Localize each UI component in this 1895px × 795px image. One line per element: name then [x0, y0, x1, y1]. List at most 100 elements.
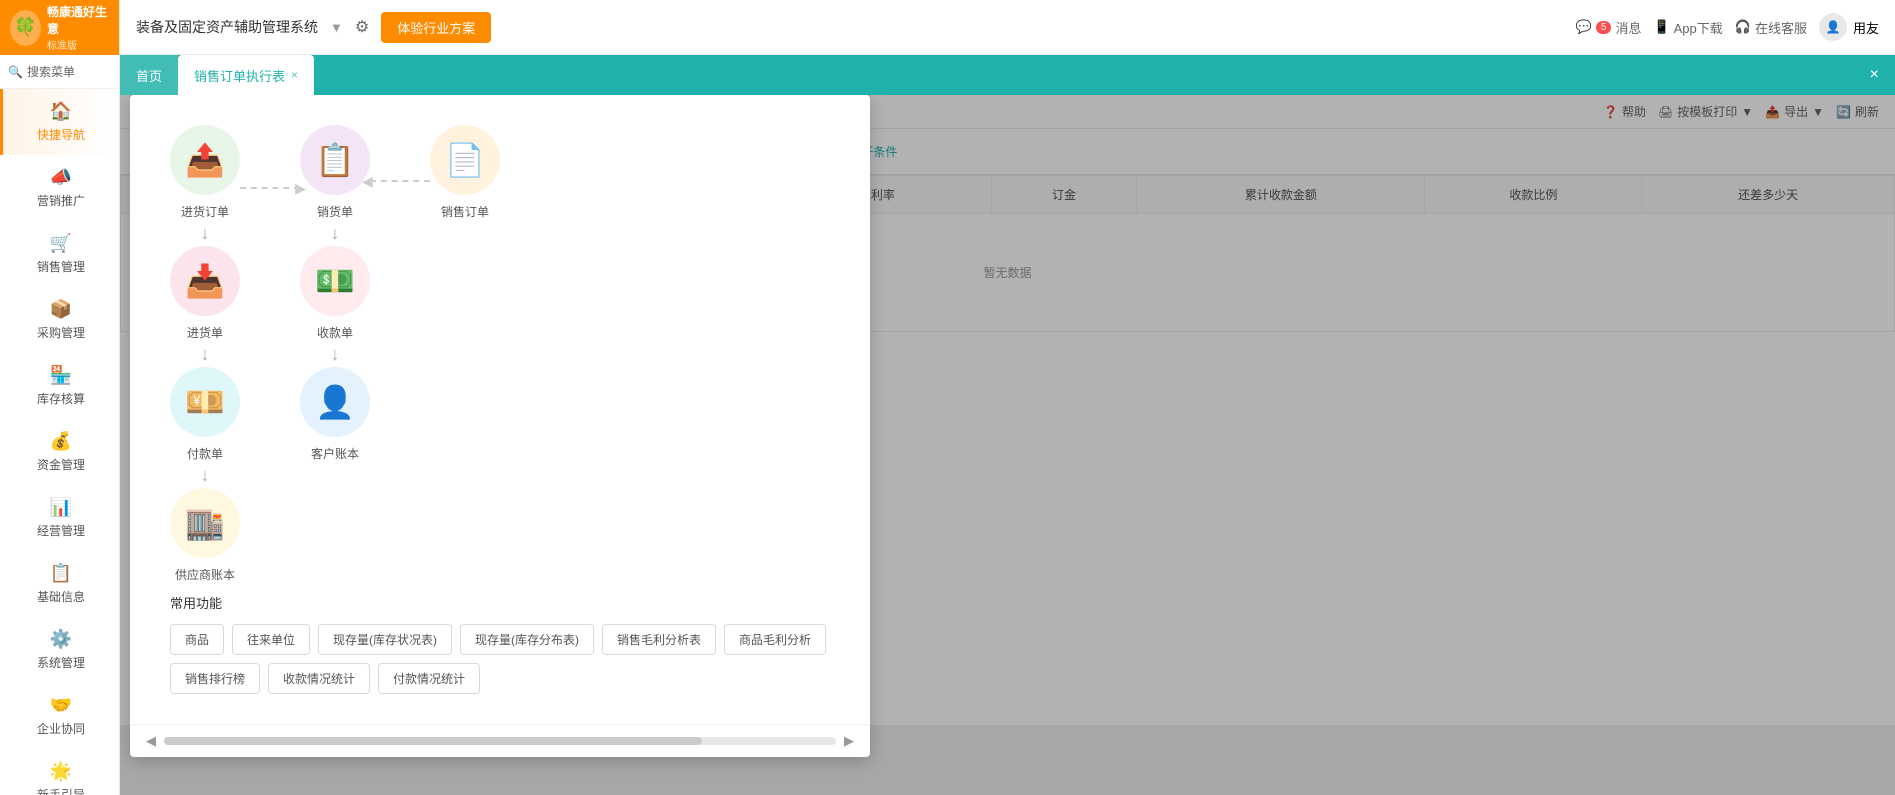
sidebar-item-quick-nav[interactable]: 🏠 快捷导航: [0, 89, 119, 155]
dropdown-arrow-icon: ▼: [330, 20, 343, 35]
app-logo: 🍀 畅康通好生意 标准版: [0, 0, 119, 55]
popup-overlay[interactable]: 📤 进货订单 ↓ 📥 进货单 ↓: [120, 95, 1895, 795]
sidebar-item-operations[interactable]: 📊 经营管理: [0, 485, 119, 551]
sidebar-item-label: 系统管理: [37, 654, 85, 671]
arrow-down-1: ↓: [201, 224, 210, 242]
topbar: 装备及固定资产辅助管理系统 ▼ ⚙ 体验行业方案 💬 5 消息 📱 App下载 …: [120, 0, 1895, 55]
func-btn-stock-dist[interactable]: 现存量(库存分布表): [460, 624, 594, 655]
func-btn-payment-stat[interactable]: 付款情况统计: [378, 663, 480, 694]
search-label: 搜索菜单: [27, 63, 75, 80]
left-flow-col: 📤 进货订单 ↓ 📥 进货单 ↓: [170, 125, 240, 583]
quick-nav-icon: 🏠: [50, 101, 72, 122]
purchase-bill-label: 进货单: [187, 324, 223, 341]
flow-diagram: 📤 进货订单 ↓ 📥 进货单 ↓: [170, 125, 830, 583]
sidebar-item-newbie[interactable]: 🌟 新手引导: [0, 749, 119, 795]
experience-button[interactable]: 体验行业方案: [381, 12, 491, 43]
func-btn-product[interactable]: 商品: [170, 624, 224, 655]
user-menu[interactable]: 👤 用友: [1819, 13, 1879, 41]
payment-label: 付款单: [187, 445, 223, 462]
sidebar-item-marketing[interactable]: 📣 营销推广: [0, 155, 119, 221]
scroll-right-icon[interactable]: ▶: [844, 733, 854, 749]
sidebar-item-label: 营销推广: [37, 192, 85, 209]
customer-circle: 👤: [300, 367, 370, 437]
purchase-order-node: 📤 进货订单: [170, 125, 240, 220]
sidebar-item-sales[interactable]: 🛒 销售管理: [0, 221, 119, 287]
sale-bill-node: 📋 销货单: [300, 125, 370, 220]
arrow-down-3: ↓: [201, 466, 210, 484]
supplier-node: 🏬 供应商账本: [170, 488, 240, 583]
arrow-down-5: ↓: [331, 345, 340, 363]
sale-order-node: 📄 销售订单: [430, 125, 500, 220]
sidebar-item-basic[interactable]: 📋 基础信息: [0, 551, 119, 617]
app-download-label: App下载: [1674, 18, 1723, 37]
basic-icon: 📋: [50, 563, 72, 584]
active-tab-label: 销售订单执行表: [194, 66, 285, 85]
tab-close-icon[interactable]: ×: [291, 68, 298, 82]
settings-icon[interactable]: ⚙: [355, 17, 369, 37]
purchase-bill-node: 📥 进货单: [170, 246, 240, 341]
supplier-circle: 🏬: [170, 488, 240, 558]
flow-popup: 📤 进货订单 ↓ 📥 进货单 ↓: [130, 95, 870, 757]
sidebar-item-label: 企业协同: [37, 720, 85, 737]
sidebar-item-label: 采购管理: [37, 324, 85, 341]
tab-sale-order[interactable]: 销售订单执行表 ×: [178, 55, 314, 95]
enterprise-icon: 🤝: [50, 695, 72, 716]
purchase-order-label: 进货订单: [181, 203, 229, 220]
tab-home[interactable]: 首页: [120, 55, 178, 95]
scroll-left-icon[interactable]: ◀: [146, 733, 156, 749]
sidebar-item-purchase[interactable]: 📦 采购管理: [0, 287, 119, 353]
tabbar: 首页 销售订单执行表 × ×: [120, 55, 1895, 95]
search-icon: 🔍: [8, 65, 23, 79]
home-tab-label: 首页: [136, 66, 162, 85]
popup-body: 📤 进货订单 ↓ 📥 进货单 ↓: [130, 95, 870, 724]
message-btn[interactable]: 💬 5 消息: [1576, 18, 1642, 37]
avatar: 👤: [1819, 13, 1847, 41]
func-btn-receipt-stat[interactable]: 收款情况统计: [268, 663, 370, 694]
system-title: 装备及固定资产辅助管理系统: [136, 17, 318, 37]
search-menu[interactable]: 🔍 搜索菜单: [0, 55, 119, 89]
sidebar-item-finance[interactable]: 💰 资金管理: [0, 419, 119, 485]
func-btn-stock-status[interactable]: 现存量(库存状况表): [318, 624, 452, 655]
arrow-connector-1: ▶: [240, 153, 300, 223]
receipt-label: 收款单: [317, 324, 353, 341]
func-buttons-row-2: 销售排行榜 收款情况统计 付款情况统计: [170, 663, 830, 694]
online-service-label: 在线客服: [1755, 18, 1807, 37]
func-btn-counterpart[interactable]: 往来单位: [232, 624, 310, 655]
sidebar-item-enterprise[interactable]: 🤝 企业协同: [0, 683, 119, 749]
online-service-btn[interactable]: 🎧 在线客服: [1735, 18, 1807, 37]
sale-order-col: 📄 销售订单: [430, 125, 500, 220]
sidebar-item-label: 资金管理: [37, 456, 85, 473]
sale-bill-label: 销货单: [317, 203, 353, 220]
tab-panel-close-icon[interactable]: ×: [1854, 66, 1895, 84]
sale-bill-circle: 📋: [300, 125, 370, 195]
sidebar-item-system[interactable]: ⚙️ 系统管理: [0, 617, 119, 683]
func-btn-product-margin[interactable]: 商品毛利分析: [724, 624, 826, 655]
popup-scrollbar[interactable]: ◀ ▶: [130, 724, 870, 757]
common-funcs-title: 常用功能: [170, 593, 830, 612]
sidebar-item-label: 快捷导航: [37, 126, 85, 143]
common-functions: 常用功能 商品 往来单位 现存量(库存状况表) 现存量(库存分布表) 销售毛利分…: [170, 593, 830, 694]
sidebar-item-label: 销售管理: [37, 258, 85, 275]
newbie-icon: 🌟: [50, 761, 72, 782]
purchase-icon: 📦: [50, 299, 72, 320]
arrow-connectors: ▶: [240, 125, 300, 223]
sale-order-circle: 📄: [430, 125, 500, 195]
message-badge: 5: [1596, 21, 1612, 34]
scroll-thumb: [164, 737, 702, 745]
marketing-icon: 📣: [50, 167, 72, 188]
app-download-btn[interactable]: 📱 App下载: [1653, 18, 1722, 37]
payment-circle: 💴: [170, 367, 240, 437]
sale-order-label: 销售订单: [441, 203, 489, 220]
customer-label: 客户账本: [311, 445, 359, 462]
receipt-circle: 💵: [300, 246, 370, 316]
func-buttons-row-1: 商品 往来单位 现存量(库存状况表) 现存量(库存分布表) 销售毛利分析表 商品…: [170, 624, 830, 655]
func-btn-sale-margin[interactable]: 销售毛利分析表: [602, 624, 716, 655]
scroll-track[interactable]: [164, 737, 836, 745]
purchase-order-circle: 📤: [170, 125, 240, 195]
service-icon: 🎧: [1735, 19, 1751, 35]
username: 用友: [1853, 18, 1879, 37]
sidebar-item-inventory[interactable]: 🏪 库存核算: [0, 353, 119, 419]
func-btn-sale-rank[interactable]: 销售排行榜: [170, 663, 260, 694]
sidebar: 🍀 畅康通好生意 标准版 🔍 搜索菜单 🏠 快捷导航 📣 营销推广 🛒 销售管理…: [0, 0, 120, 795]
supplier-label: 供应商账本: [175, 566, 235, 583]
